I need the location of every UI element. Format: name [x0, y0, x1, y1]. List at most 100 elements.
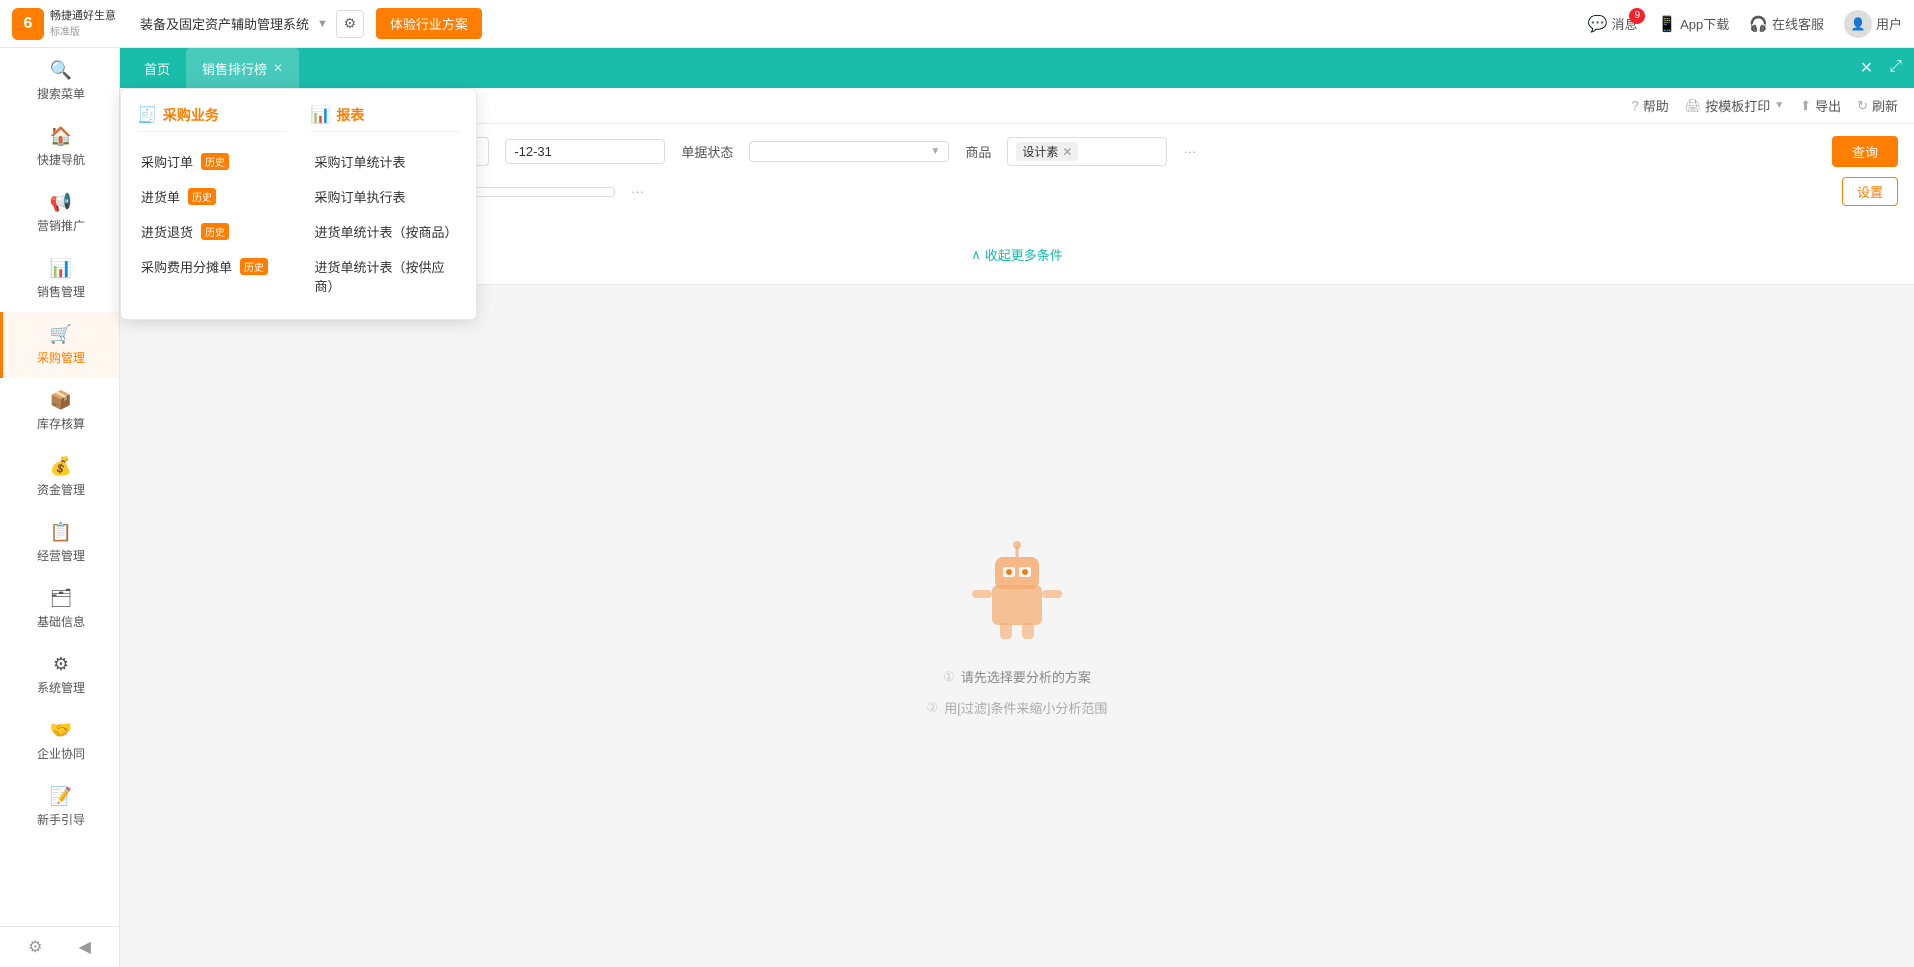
sidebar-item-search[interactable]: 🔍 搜索菜单 — [0, 48, 119, 114]
menu-item-receive-stats-goods[interactable]: 进货单统计表（按商品） — [311, 214, 461, 249]
tab-close-icon[interactable]: ✕ — [273, 61, 283, 75]
app-download-item[interactable]: 📱 App下载 — [1657, 14, 1729, 33]
sidebar-label-marketing: 营销推广 — [37, 217, 85, 234]
return-label: 进货退货 — [141, 222, 193, 241]
goods-more-dots[interactable]: ··· — [1183, 144, 1196, 159]
query-button[interactable]: 查询 — [1832, 136, 1898, 167]
tab-close-all-btn[interactable]: ✕ — [1856, 54, 1877, 82]
sidebar-item-basic[interactable]: 🗂 基础信息 — [0, 576, 119, 642]
sidebar-item-inventory[interactable]: 📦 库存核算 — [0, 378, 119, 444]
bill-status-label: 单据状态 — [681, 142, 733, 161]
menu-item-return[interactable]: 进货退货 历史 — [137, 214, 287, 249]
salesperson-input[interactable] — [455, 187, 615, 197]
bill-status-select[interactable]: ▼ — [749, 141, 949, 162]
marketing-icon: 📢 — [50, 192, 72, 213]
online-service-item[interactable]: 🎧 在线客服 — [1749, 14, 1824, 33]
empty-text-1: ① 请先选择要分析的方案 — [943, 667, 1091, 686]
sidebar-label-purchase: 采购管理 — [37, 349, 85, 366]
app-download-label: App下载 — [1680, 14, 1729, 33]
user-label: 用户 — [1876, 14, 1902, 33]
export-icon: ⬆ — [1800, 98, 1811, 114]
top-header: 6 畅捷通好生意 标准版 装备及固定资产辅助管理系统 ▼ ⚙ 体验行业方案 💬 … — [0, 0, 1914, 48]
sidebar-label-system: 系统管理 — [37, 679, 85, 696]
receive-stats-goods-label: 进货单统计表（按商品） — [315, 222, 457, 241]
sidebar-item-system[interactable]: ⚙ 系统管理 — [0, 642, 119, 708]
menu-item-expense[interactable]: 采购费用分摊单 历史 — [137, 249, 287, 284]
date-value: -12-31 — [514, 144, 552, 159]
menu-item-order-stats[interactable]: 采购订单统计表 — [311, 144, 461, 179]
tab-fullscreen-btn[interactable]: ⤢ — [1885, 54, 1906, 82]
help-btn[interactable]: ? 帮助 — [1631, 96, 1668, 115]
bill-status-dropdown-icon: ▼ — [930, 146, 940, 157]
settings-bottom-btn[interactable]: ⚙ — [28, 937, 42, 957]
print-dropdown-icon: ▼ — [1774, 100, 1784, 111]
settings-button[interactable]: 设置 — [1842, 177, 1898, 206]
sidebar-item-quicknav[interactable]: 🏠 快捷导航 — [0, 114, 119, 180]
goods-input[interactable]: 设计素 ✕ — [1007, 137, 1167, 166]
purchase-menu-col: 🧾 采购业务 采购订单 历史 进货单 历史 进货退货 历史 采购费用分摊单 历史 — [137, 105, 287, 303]
sidebar-item-purchase[interactable]: 🛒 采购管理 — [0, 312, 119, 378]
expense-label: 采购费用分摊单 — [141, 257, 232, 276]
tab-sales-rank-label: 销售排行榜 — [202, 59, 267, 78]
system-icon: ⚙ — [53, 654, 69, 675]
menu-item-receive[interactable]: 进货单 历史 — [137, 179, 287, 214]
basic-icon: 🗂 — [50, 588, 73, 609]
sidebar-label-finance: 资金管理 — [37, 481, 85, 498]
collapse-icon: ∧ — [971, 247, 981, 263]
report-col-icon: 📊 — [311, 105, 331, 125]
tab-sales-rank[interactable]: 销售排行榜 ✕ — [186, 48, 299, 88]
purchase-col-icon: 🧾 — [137, 105, 157, 125]
notification-item[interactable]: 💬 9 消息 — [1588, 14, 1638, 34]
tab-bar-right: ✕ ⤢ — [1856, 54, 1906, 82]
date-range-input[interactable]: -12-31 — [505, 139, 665, 164]
goods-tag-value: 设计素 — [1022, 143, 1058, 160]
sidebar-label-inventory: 库存核算 — [37, 415, 85, 432]
user-item[interactable]: 👤 用户 — [1844, 10, 1902, 38]
guide-icon: 📝 — [50, 786, 72, 807]
empty-illustration — [967, 535, 1067, 645]
home-icon: 🏠 — [50, 126, 72, 147]
goods-label: 商品 — [965, 142, 991, 161]
help-label: 帮助 — [1643, 96, 1669, 115]
return-history-badge: 历史 — [201, 223, 229, 240]
header-system-title: 装备及固定资产辅助管理系统 ▼ — [140, 14, 328, 33]
salesperson-dots[interactable]: ··· — [631, 184, 644, 199]
sales-icon: 📊 — [50, 258, 72, 279]
receive-label: 进货单 — [141, 187, 180, 206]
export-btn[interactable]: ⬆ 导出 — [1800, 96, 1841, 115]
sidebar-label-operation: 经营管理 — [37, 547, 85, 564]
refresh-label: 刷新 — [1872, 96, 1898, 115]
goods-tag-close[interactable]: ✕ — [1062, 145, 1072, 159]
collapse-sidebar-btn[interactable]: ◀ — [79, 937, 91, 957]
gear-button[interactable]: ⚙ — [336, 10, 364, 38]
menu-item-receive-stats-supplier[interactable]: 进货单统计表（按供应商） — [311, 249, 461, 303]
refresh-btn[interactable]: ↻ 刷新 — [1857, 96, 1898, 115]
sidebar-item-finance[interactable]: 💰 资金管理 — [0, 444, 119, 510]
purchase-dropdown-menu: 🧾 采购业务 采购订单 历史 进货单 历史 进货退货 历史 采购费用分摊单 历史… — [120, 88, 477, 320]
sidebar-item-sales[interactable]: 📊 销售管理 — [0, 246, 119, 312]
print-template-btn[interactable]: 🖨 按模板打印 ▼ — [1685, 96, 1784, 115]
menu-item-purchase-order[interactable]: 采购订单 历史 — [137, 144, 287, 179]
order-exec-label: 采购订单执行表 — [315, 187, 406, 206]
report-menu-col: 📊 报表 采购订单统计表 采购订单执行表 进货单统计表（按商品） 进货单统计表（… — [311, 105, 461, 303]
tab-home-label: 首页 — [144, 59, 170, 78]
refresh-icon: ↻ — [1857, 98, 1868, 114]
export-label: 导出 — [1815, 96, 1841, 115]
sidebar-item-guide[interactable]: 📝 新手引导 — [0, 774, 119, 840]
tab-bar: 首页 销售排行榜 ✕ ✕ ⤢ — [120, 48, 1914, 88]
operation-icon: 📋 — [50, 522, 72, 543]
purchase-icon: 🛒 — [50, 324, 72, 345]
tab-home[interactable]: 首页 — [128, 48, 186, 88]
industry-btn[interactable]: 体验行业方案 — [376, 8, 482, 39]
sidebar-item-marketing[interactable]: 📢 营销推广 — [0, 180, 119, 246]
menu-item-order-exec[interactable]: 采购订单执行表 — [311, 179, 461, 214]
help-icon: ? — [1631, 98, 1638, 113]
sidebar-item-cooperation[interactable]: 🤝 企业协同 — [0, 708, 119, 774]
logo-subtitle: 标准版 — [50, 23, 116, 38]
system-dropdown-icon[interactable]: ▼ — [317, 18, 328, 30]
sidebar-label-guide: 新手引导 — [37, 811, 85, 828]
sidebar-item-operation[interactable]: 📋 经营管理 — [0, 510, 119, 576]
purchase-col-title: 🧾 采购业务 — [137, 105, 287, 132]
sidebar-label-basic: 基础信息 — [37, 613, 85, 630]
avatar: 👤 — [1844, 10, 1872, 38]
